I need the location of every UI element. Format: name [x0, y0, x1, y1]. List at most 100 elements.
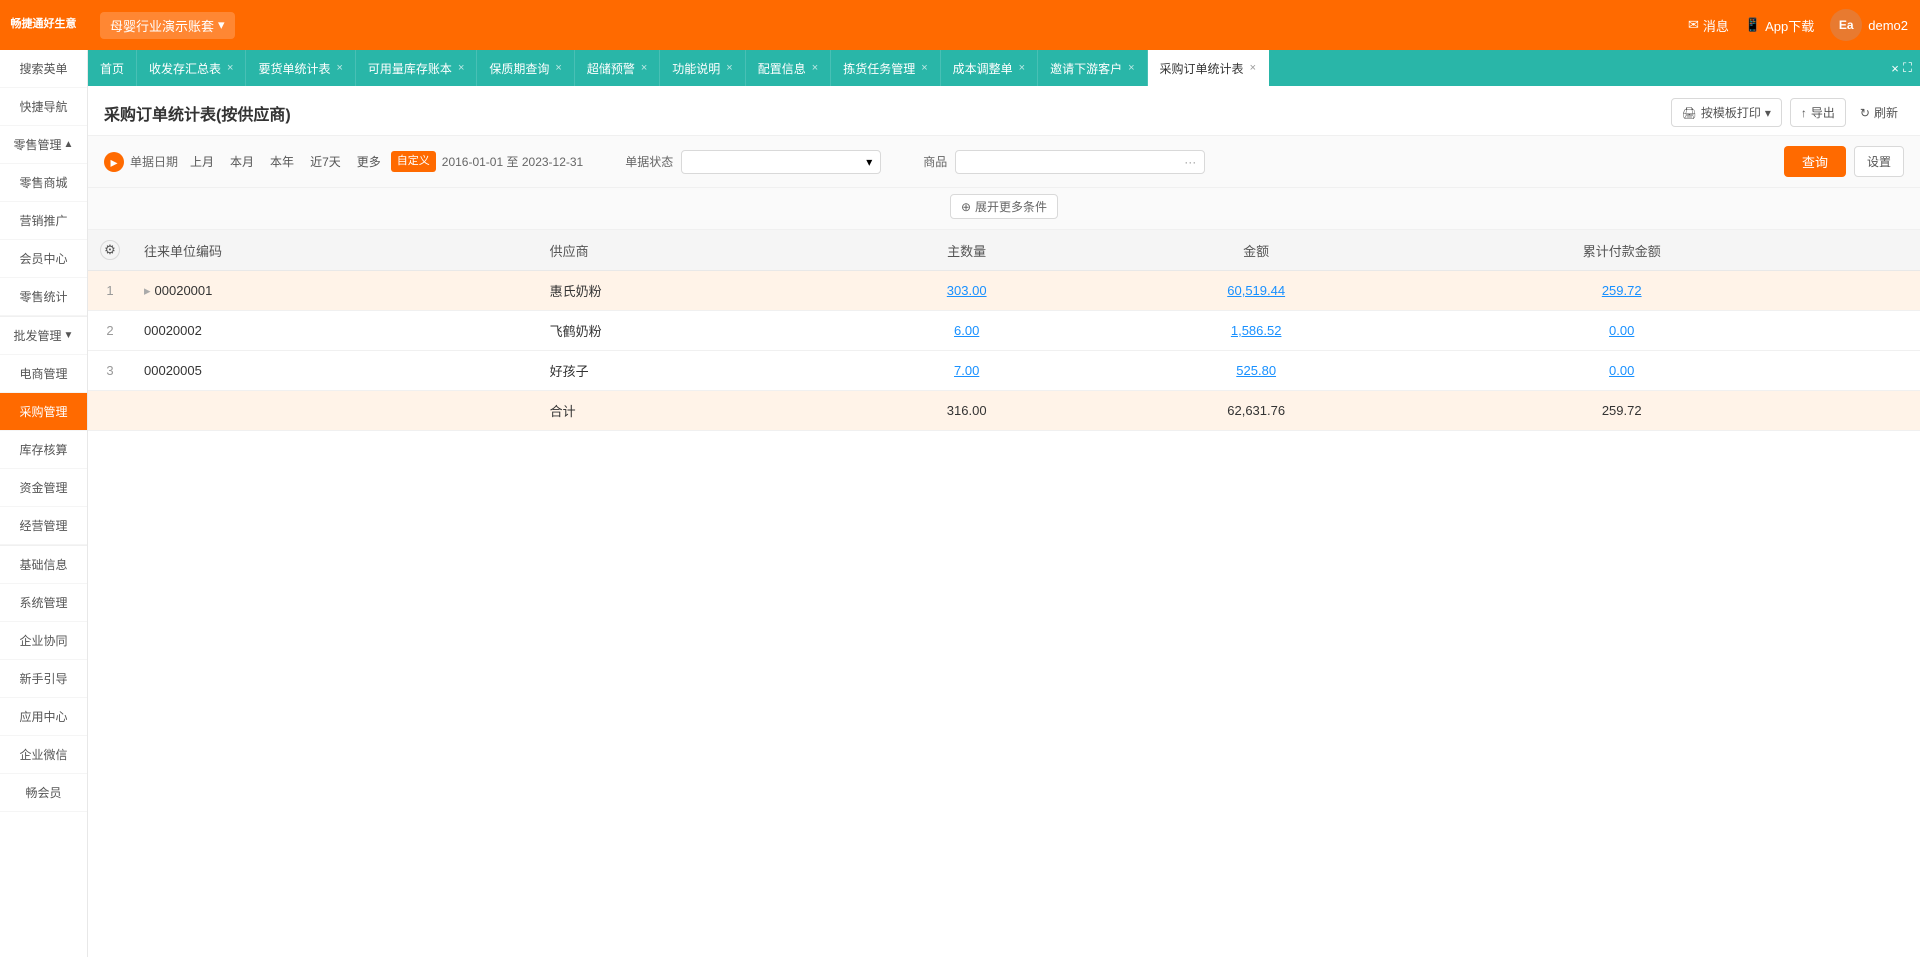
close-all-tabs-icon[interactable]: × [1891, 61, 1899, 76]
close-tab-costadjust[interactable]: × [1019, 62, 1025, 74]
avatar: Ea [1830, 9, 1862, 41]
tab-invitecustomer[interactable]: 邀请下游客户 × [1038, 50, 1147, 86]
filter-goods: 商品 ··· [923, 150, 1205, 174]
col-qty: 主数量 [840, 230, 1094, 271]
row-paid-1: 259.72 [1419, 271, 1825, 311]
message-btn[interactable]: ✉ 消息 [1688, 16, 1729, 35]
close-tab-overstock[interactable]: × [641, 62, 647, 74]
data-table: ⚙ 往来单位编码 供应商 主数量 金额 累计付款金额 1 [88, 230, 1920, 431]
page-title: 采购订单统计表(按供应商) [104, 101, 291, 125]
page-header-actions: 🖨 按模板打印 ▾ ↑ 导出 ↻ 刷新 [1671, 98, 1904, 127]
refresh-button[interactable]: ↻ 刷新 [1854, 99, 1904, 126]
tab-receive[interactable]: 收发存汇总表 × [137, 50, 246, 86]
close-tab-invitecustomer[interactable]: × [1128, 62, 1134, 74]
row-num-3: 3 [88, 351, 132, 391]
sidebar-item-collab[interactable]: 企业协同 [0, 622, 87, 660]
page-header: 采购订单统计表(按供应商) 🖨 按模板打印 ▾ ↑ 导出 ↻ 刷新 [88, 86, 1920, 136]
date-btn-thisyear[interactable]: 本年 [264, 151, 300, 172]
table-body: 1 ▸ 00020001 惠氏奶粉 303.00 [88, 271, 1920, 391]
sidebar-item-search[interactable]: 搜索英单 [0, 50, 87, 88]
table-row: 1 ▸ 00020001 惠氏奶粉 303.00 [88, 271, 1920, 311]
workspace-selector[interactable]: 母婴行业演示账套 ▾ [100, 12, 235, 39]
expand-tabs-icon[interactable]: ⛶ [1903, 60, 1912, 76]
close-tab-picktask[interactable]: × [921, 62, 927, 74]
tab-available[interactable]: 可用量库存账本 × [356, 50, 477, 86]
message-icon: ✉ [1688, 17, 1699, 33]
column-toggle-btn[interactable]: ⚙ [100, 240, 120, 260]
date-btn-thismonth[interactable]: 本月 [224, 151, 260, 172]
sidebar-item-appcenter[interactable]: 应用中心 [0, 698, 87, 736]
sidebar-item-retail[interactable]: 零售管理 ▲ [0, 126, 87, 164]
tab-expiry[interactable]: 保质期查询 × [477, 50, 574, 86]
print-button[interactable]: 🖨 按模板打印 ▾ [1671, 98, 1782, 127]
tab-config[interactable]: 配置信息 × [746, 50, 831, 86]
app-download-btn[interactable]: 📱 App下载 [1745, 16, 1814, 35]
footer-label: 合计 [538, 391, 840, 431]
main-container: 母婴行业演示账套 ▾ ✉ 消息 📱 App下载 Ea demo2 首页 [88, 0, 1920, 957]
date-btn-lastmonth[interactable]: 上月 [184, 151, 220, 172]
logo-text: 畅捷通好生意 [11, 18, 77, 31]
print-dropdown-icon: ▾ [1765, 106, 1771, 120]
sidebar-item-system[interactable]: 系统管理 [0, 584, 87, 622]
row-amount-1: 60,519.44 [1093, 271, 1418, 311]
close-tab-funcdesc[interactable]: × [726, 62, 732, 74]
topbar-actions: ✉ 消息 📱 App下载 Ea demo2 [1688, 9, 1908, 41]
sidebar-item-inventory[interactable]: 库存核算 [0, 431, 87, 469]
col-toggle: ⚙ [88, 230, 132, 271]
sidebar-item-operation[interactable]: 经营管理 [0, 507, 87, 545]
sidebar-item-basic[interactable]: 基础信息 [0, 546, 87, 584]
close-tab-config[interactable]: × [812, 62, 818, 74]
close-tab-expiry[interactable]: × [555, 62, 561, 74]
row-qty-3: 7.00 [840, 351, 1094, 391]
sidebar-item-wholesale[interactable]: 批发管理 ▼ [0, 317, 87, 355]
goods-input[interactable]: ··· [955, 150, 1205, 174]
phone-icon: 📱 [1745, 17, 1761, 33]
date-btn-7days[interactable]: 近7天 [304, 151, 347, 172]
filter-toggle-btn[interactable]: ▸ [104, 152, 124, 172]
sidebar-item-corpwx[interactable]: 企业微信 [0, 736, 87, 774]
footer-paid: 259.72 [1419, 391, 1825, 431]
workspace-chevron-icon: ▾ [218, 17, 225, 33]
tab-demand[interactable]: 要货单统计表 × [246, 50, 355, 86]
sidebar-item-marketing[interactable]: 营销推广 [0, 202, 87, 240]
sidebar-item-retailstat[interactable]: 零售统计 [0, 278, 87, 316]
footer-row: 合计 316.00 62,631.76 259.72 [88, 391, 1920, 431]
row-num-1: 1 [88, 271, 132, 311]
sidebar-item-retailmall[interactable]: 零售商城 [0, 164, 87, 202]
sidebar-item-quicknav[interactable]: 快捷导航 [0, 88, 87, 126]
tab-purchasestat[interactable]: 采购订单统计表 × [1148, 50, 1269, 86]
status-select[interactable]: ▾ [681, 150, 881, 174]
col-paid: 累计付款金额 [1419, 230, 1825, 271]
sidebar-item-vip[interactable]: 畅会员 [0, 774, 87, 812]
filter-action-btns: 查询 设置 [1784, 146, 1904, 177]
close-tab-available[interactable]: × [458, 62, 464, 74]
close-tab-demand[interactable]: × [336, 62, 342, 74]
sidebar-item-purchase[interactable]: 采购管理 [0, 393, 87, 431]
col-supplier: 供应商 [538, 230, 840, 271]
chevron-down-icon2: ▼ [64, 330, 74, 341]
table-footer: 合计 316.00 62,631.76 259.72 [88, 391, 1920, 431]
row-expand-icon-1[interactable]: ▸ [144, 283, 151, 299]
export-button[interactable]: ↑ 导出 [1790, 98, 1846, 127]
date-btn-more[interactable]: 更多 [351, 151, 387, 172]
col-extra [1825, 230, 1920, 271]
close-tab-receive[interactable]: × [227, 62, 233, 74]
row-supplier-3: 好孩子 [538, 351, 840, 391]
tab-costadjust[interactable]: 成本调整单 × [941, 50, 1038, 86]
nav-tabs: 首页 收发存汇总表 × 要货单统计表 × 可用量库存账本 × 保质期查询 × 超… [88, 50, 1920, 86]
user-menu[interactable]: Ea demo2 [1830, 9, 1908, 41]
tab-funcdesc[interactable]: 功能说明 × [660, 50, 745, 86]
sidebar-item-ecommerce[interactable]: 电商管理 [0, 355, 87, 393]
sidebar-item-newguide[interactable]: 新手引导 [0, 660, 87, 698]
tab-overstock[interactable]: 超储预警 × [575, 50, 660, 86]
row-extra-1 [1825, 271, 1920, 311]
expand-more-btn[interactable]: ⊕ 展开更多条件 [950, 194, 1058, 219]
row-qty-1: 303.00 [840, 271, 1094, 311]
sidebar-item-member[interactable]: 会员中心 [0, 240, 87, 278]
tab-picktask[interactable]: 拣货任务管理 × [831, 50, 940, 86]
tab-home[interactable]: 首页 [88, 50, 137, 86]
sidebar-item-finance[interactable]: 资金管理 [0, 469, 87, 507]
query-button[interactable]: 查询 [1784, 146, 1846, 177]
close-tab-purchasestat[interactable]: × [1250, 62, 1256, 74]
setting-button[interactable]: 设置 [1854, 146, 1904, 177]
